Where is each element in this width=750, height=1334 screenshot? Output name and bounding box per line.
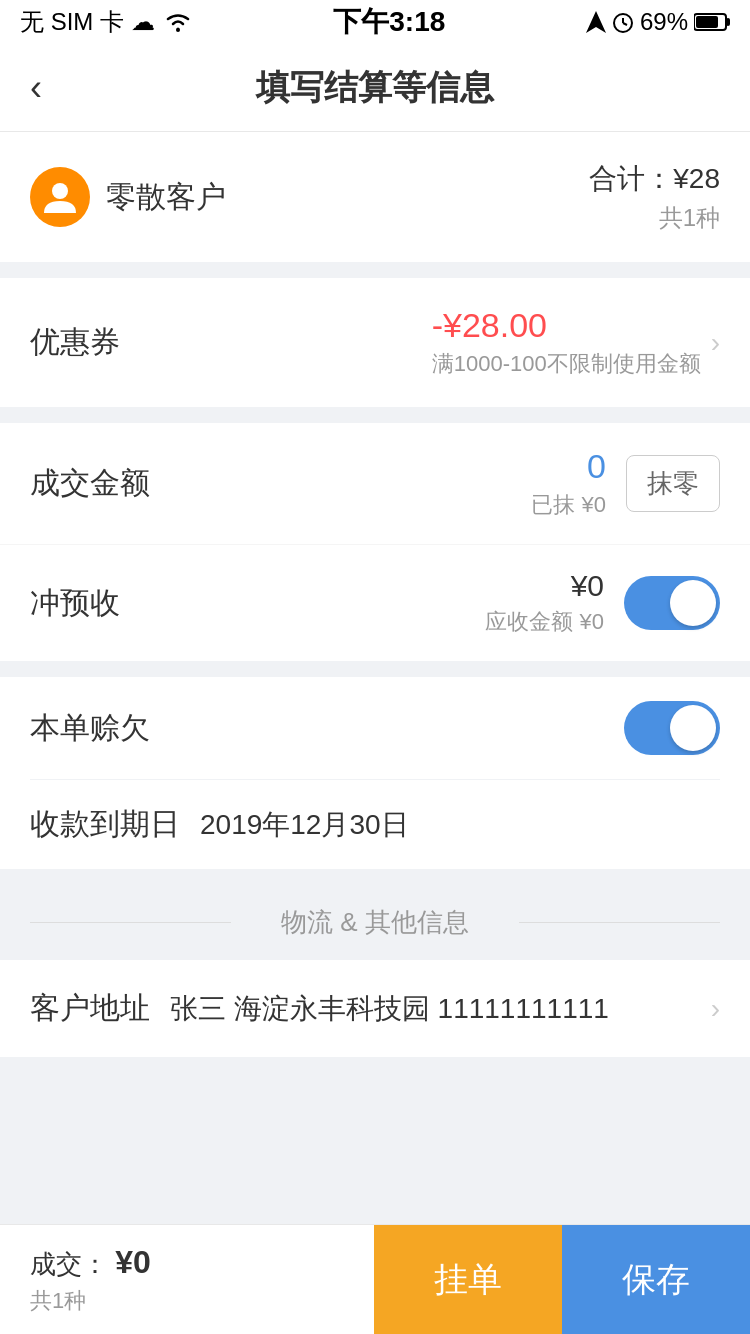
address-chevron-icon: › — [711, 993, 720, 1025]
due-date-value[interactable]: 2019年12月30日 — [200, 806, 409, 844]
coupon-amount: -¥28.00 — [432, 306, 701, 345]
status-time: 下午3:18 — [333, 3, 445, 41]
svg-point-8 — [52, 183, 68, 199]
bottom-bar: 成交： ¥0 共1种 挂单 保存 — [0, 1224, 750, 1334]
status-bar: 无 SIM 卡 ☁ 下午3:18 69% — [0, 0, 750, 44]
bottom-deal: 成交： ¥0 — [30, 1244, 344, 1282]
bottom-info: 成交： ¥0 共1种 — [0, 1244, 374, 1316]
round-zero-button[interactable]: 抹零 — [626, 455, 720, 512]
coupon-chevron-icon: › — [711, 327, 720, 359]
battery-text: 69% — [640, 8, 688, 36]
precollect-amount: ¥0 — [485, 569, 604, 603]
debt-toggle-knob — [670, 705, 716, 751]
battery-icon — [694, 12, 730, 32]
bottom-deal-label: 成交： — [30, 1249, 108, 1279]
coupon-section: 优惠券 -¥28.00 满1000-100不限制使用金额 › — [0, 278, 750, 407]
precollect-sub: 应收金额 ¥0 — [485, 607, 604, 637]
debt-row: 本单赊欠 — [0, 677, 750, 779]
svg-point-0 — [176, 28, 180, 32]
customer-count: 共1种 — [589, 202, 720, 234]
transaction-label: 成交金额 — [30, 463, 150, 504]
content: 零散客户 合计：¥28 共1种 优惠券 -¥28.00 满1000-100不限制… — [0, 132, 750, 1193]
status-left: 无 SIM 卡 ☁ — [20, 6, 193, 38]
svg-rect-6 — [726, 18, 730, 26]
page-title: 填写结算等信息 — [256, 65, 494, 111]
location-icon — [586, 11, 606, 33]
status-right: 69% — [586, 8, 730, 36]
customer-total: 合计：¥28 — [589, 160, 720, 198]
toggle-knob — [670, 580, 716, 626]
svg-marker-1 — [586, 11, 606, 33]
bottom-count: 共1种 — [30, 1286, 344, 1316]
logistics-divider: 物流 & 其他信息 — [0, 885, 750, 960]
wifi-icon — [163, 11, 193, 33]
svg-rect-7 — [696, 16, 718, 28]
coupon-right: -¥28.00 满1000-100不限制使用金额 › — [432, 306, 720, 379]
precollect-right: ¥0 应收金额 ¥0 — [485, 569, 720, 637]
save-label: 保存 — [622, 1257, 690, 1303]
coupon-row[interactable]: 优惠券 -¥28.00 满1000-100不限制使用金额 › — [0, 278, 750, 407]
transaction-right: 0 已抹 ¥0 抹零 — [531, 447, 720, 520]
customer-name: 零散客户 — [106, 177, 226, 218]
precollect-row: 冲预收 ¥0 应收金额 ¥0 — [0, 545, 750, 661]
coupon-label: 优惠券 — [30, 322, 120, 363]
transaction-row: 成交金额 0 已抹 ¥0 抹零 — [0, 423, 750, 545]
logistics-line-right — [519, 922, 720, 923]
hang-label: 挂单 — [434, 1257, 502, 1303]
nav-bar: ‹ 填写结算等信息 — [0, 44, 750, 132]
customer-section: 零散客户 合计：¥28 共1种 — [0, 132, 750, 262]
address-value: 张三 海淀永丰科技园 11111111111 — [170, 990, 701, 1028]
bottom-deal-amount: ¥0 — [115, 1244, 151, 1280]
hang-button[interactable]: 挂单 — [374, 1225, 562, 1335]
transaction-section: 成交金额 0 已抹 ¥0 抹零 冲预收 ¥0 应收金额 ¥0 — [0, 423, 750, 661]
customer-left: 零散客户 — [30, 167, 226, 227]
coupon-desc: 满1000-100不限制使用金额 — [432, 349, 701, 379]
precollect-values: ¥0 应收金额 ¥0 — [485, 569, 604, 637]
transaction-input-area: 0 已抹 ¥0 — [531, 447, 606, 520]
logistics-line-left — [30, 922, 231, 923]
coupon-value-area: -¥28.00 满1000-100不限制使用金额 — [432, 306, 701, 379]
alarm-icon — [612, 11, 634, 33]
debt-toggle[interactable] — [624, 701, 720, 755]
customer-right: 合计：¥28 共1种 — [589, 160, 720, 234]
svg-line-4 — [623, 23, 627, 25]
precollect-label: 冲预收 — [30, 583, 120, 624]
transaction-value[interactable]: 0 — [531, 447, 606, 486]
no-sim-text: 无 SIM 卡 ☁ — [20, 6, 155, 38]
customer-avatar — [30, 167, 90, 227]
transaction-sub: 已抹 ¥0 — [531, 490, 606, 520]
logistics-text: 物流 & 其他信息 — [281, 905, 469, 940]
customer-row: 零散客户 合计：¥28 共1种 — [0, 132, 750, 262]
save-button[interactable]: 保存 — [562, 1225, 750, 1335]
back-button[interactable]: ‹ — [30, 67, 42, 109]
due-date-row: 收款到期日 2019年12月30日 — [0, 780, 750, 869]
precollect-toggle[interactable] — [624, 576, 720, 630]
address-row[interactable]: 客户地址 张三 海淀永丰科技园 11111111111 › — [0, 960, 750, 1057]
person-icon — [42, 179, 78, 215]
address-label: 客户地址 — [30, 988, 150, 1029]
due-date-label: 收款到期日 — [30, 804, 180, 845]
debt-section: 本单赊欠 收款到期日 2019年12月30日 — [0, 677, 750, 869]
address-section: 客户地址 张三 海淀永丰科技园 11111111111 › — [0, 960, 750, 1057]
debt-label: 本单赊欠 — [30, 708, 150, 749]
